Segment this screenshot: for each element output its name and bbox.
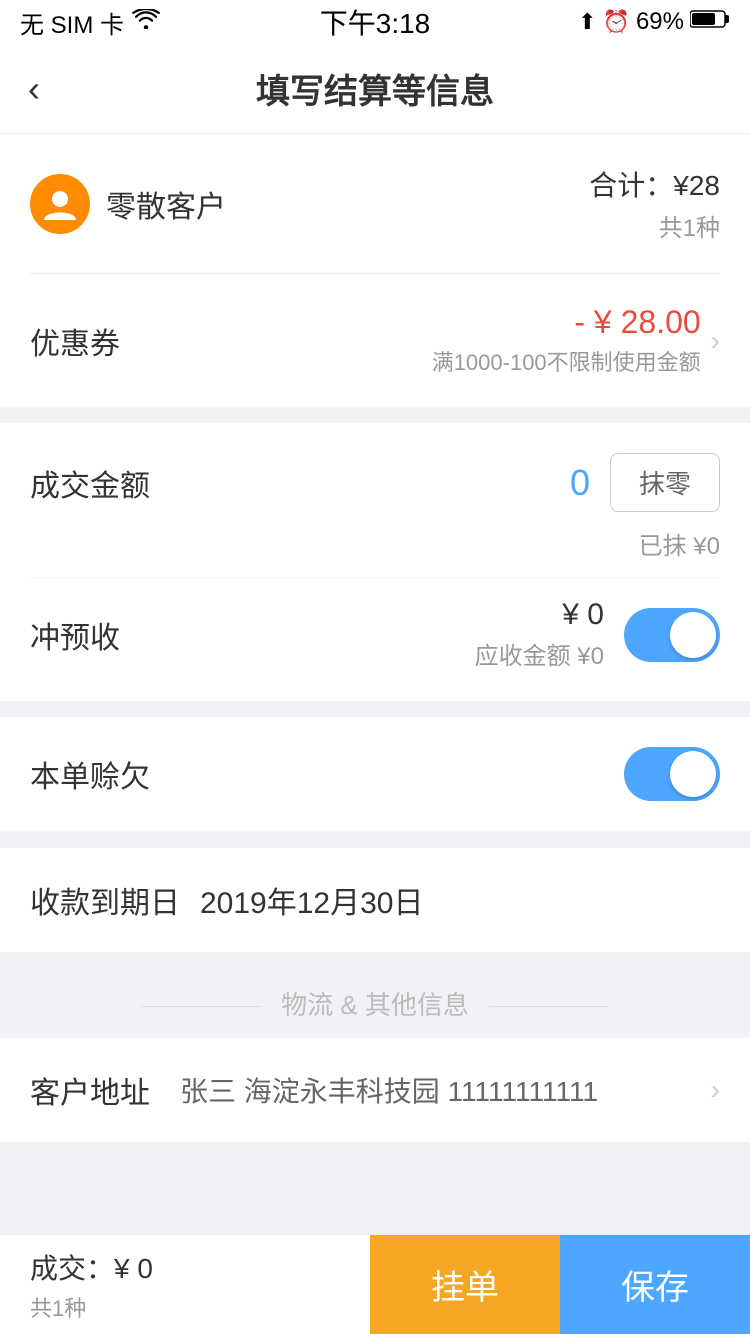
section-gap-3 bbox=[0, 952, 750, 968]
debt-label: 本单赊欠 bbox=[30, 752, 150, 796]
bottom-bar: 成交：¥ 0 共1种 挂单 保存 bbox=[0, 1234, 750, 1334]
bottom-deal-amount: 成交：¥ 0 bbox=[30, 1247, 340, 1287]
nav-bar: ‹ 填写结算等信息 bbox=[0, 44, 750, 134]
precollect-right: ¥ 0 应收金额 ¥0 bbox=[475, 598, 720, 671]
deal-amount-section: 成交金额 0 抹零 已抹 ¥0 冲预收 ¥ 0 应收金额 ¥0 bbox=[0, 423, 750, 701]
deal-amount-right: 0 抹零 bbox=[570, 453, 720, 512]
deal-amount-value: 0 bbox=[570, 462, 590, 504]
hang-button[interactable]: 挂单 bbox=[370, 1235, 560, 1334]
address-row[interactable]: 客户地址 张三 海淀永丰科技园 11111111111 › bbox=[0, 1038, 750, 1142]
battery-text: 69% bbox=[636, 8, 684, 36]
customer-right: 合计：¥28 共1种 bbox=[589, 164, 720, 243]
address-value: 张三 海淀永丰科技园 11111111111 bbox=[180, 1070, 711, 1110]
toggle-knob bbox=[670, 612, 716, 658]
section-gap-1 bbox=[0, 407, 750, 423]
coupon-right: - ¥ 28.00 满1000-100不限制使用金额 › bbox=[432, 304, 720, 377]
precollect-row: 冲预收 ¥ 0 应收金额 ¥0 bbox=[30, 577, 720, 701]
debt-section: 本单赊欠 bbox=[0, 717, 750, 831]
due-date-card: 收款到期日 2019年12月30日 bbox=[0, 847, 750, 952]
status-bar: 无 SIM 卡 下午3:18 ⬆ ⏰ 69% bbox=[0, 0, 750, 44]
precollect-receivable: 应收金额 ¥0 bbox=[475, 636, 604, 671]
save-button[interactable]: 保存 bbox=[560, 1235, 750, 1334]
avatar bbox=[30, 174, 90, 234]
page-title: 填写结算等信息 bbox=[256, 64, 494, 113]
chevron-right-icon: › bbox=[711, 325, 720, 357]
alarm-icon: ⏰ bbox=[603, 9, 630, 35]
bottom-count: 共1种 bbox=[30, 1291, 340, 1323]
precollect-amounts: ¥ 0 应收金额 ¥0 bbox=[475, 598, 604, 671]
back-button[interactable]: ‹ bbox=[28, 68, 40, 110]
customer-card: 零散客户 合计：¥28 共1种 优惠券 - ¥ 28.00 满1000-100不… bbox=[0, 134, 750, 407]
coupon-description: 满1000-100不限制使用金额 bbox=[432, 345, 701, 377]
content-area: 零散客户 合计：¥28 共1种 优惠券 - ¥ 28.00 满1000-100不… bbox=[0, 134, 750, 1258]
coupon-row[interactable]: 优惠券 - ¥ 28.00 满1000-100不限制使用金额 › bbox=[0, 274, 750, 407]
bottom-deal-value: ¥ 0 bbox=[114, 1253, 153, 1284]
deal-amount-row: 成交金额 0 抹零 bbox=[30, 423, 720, 522]
logistics-separator: 物流 & 其他信息 bbox=[0, 968, 750, 1038]
battery-icon bbox=[690, 8, 730, 36]
location-icon: ⬆ bbox=[578, 9, 596, 35]
wifi-icon bbox=[132, 8, 160, 36]
status-time: 下午3:18 bbox=[320, 2, 431, 42]
status-left: 无 SIM 卡 bbox=[20, 5, 160, 40]
customer-name: 零散客户 bbox=[106, 182, 226, 226]
precollect-value: ¥ 0 bbox=[475, 598, 604, 632]
total-count: 共1种 bbox=[589, 208, 720, 243]
due-date-label: 收款到期日 bbox=[30, 878, 180, 922]
address-chevron-icon: › bbox=[711, 1074, 720, 1106]
coupon-label: 优惠券 bbox=[30, 319, 120, 363]
coupon-value: - ¥ 28.00 bbox=[432, 304, 701, 341]
address-label: 客户地址 bbox=[30, 1068, 150, 1112]
already-rounded-text: 已抹 ¥0 bbox=[30, 522, 720, 577]
round-button[interactable]: 抹零 bbox=[610, 453, 720, 512]
status-right: ⬆ ⏰ 69% bbox=[578, 8, 730, 36]
carrier-text: 无 SIM 卡 bbox=[20, 5, 124, 40]
deal-amount-label: 成交金额 bbox=[30, 461, 150, 505]
debt-toggle-knob bbox=[670, 751, 716, 797]
bottom-info: 成交：¥ 0 共1种 bbox=[0, 1247, 370, 1323]
customer-row: 零散客户 合计：¥28 共1种 bbox=[0, 134, 750, 273]
bottom-deal-label: 成交： bbox=[30, 1253, 114, 1284]
address-card: 客户地址 张三 海淀永丰科技园 11111111111 › bbox=[0, 1038, 750, 1142]
section-gap-2 bbox=[0, 701, 750, 717]
customer-left: 零散客户 bbox=[30, 174, 226, 234]
due-date-row[interactable]: 收款到期日 2019年12月30日 bbox=[0, 848, 750, 952]
precollect-label: 冲预收 bbox=[30, 613, 120, 657]
logistics-label: 物流 & 其他信息 bbox=[121, 985, 629, 1022]
precollect-toggle[interactable] bbox=[624, 608, 720, 662]
debt-toggle[interactable] bbox=[624, 747, 720, 801]
due-date-value: 2019年12月30日 bbox=[200, 878, 423, 922]
total-amount: 合计：¥28 bbox=[589, 164, 720, 204]
